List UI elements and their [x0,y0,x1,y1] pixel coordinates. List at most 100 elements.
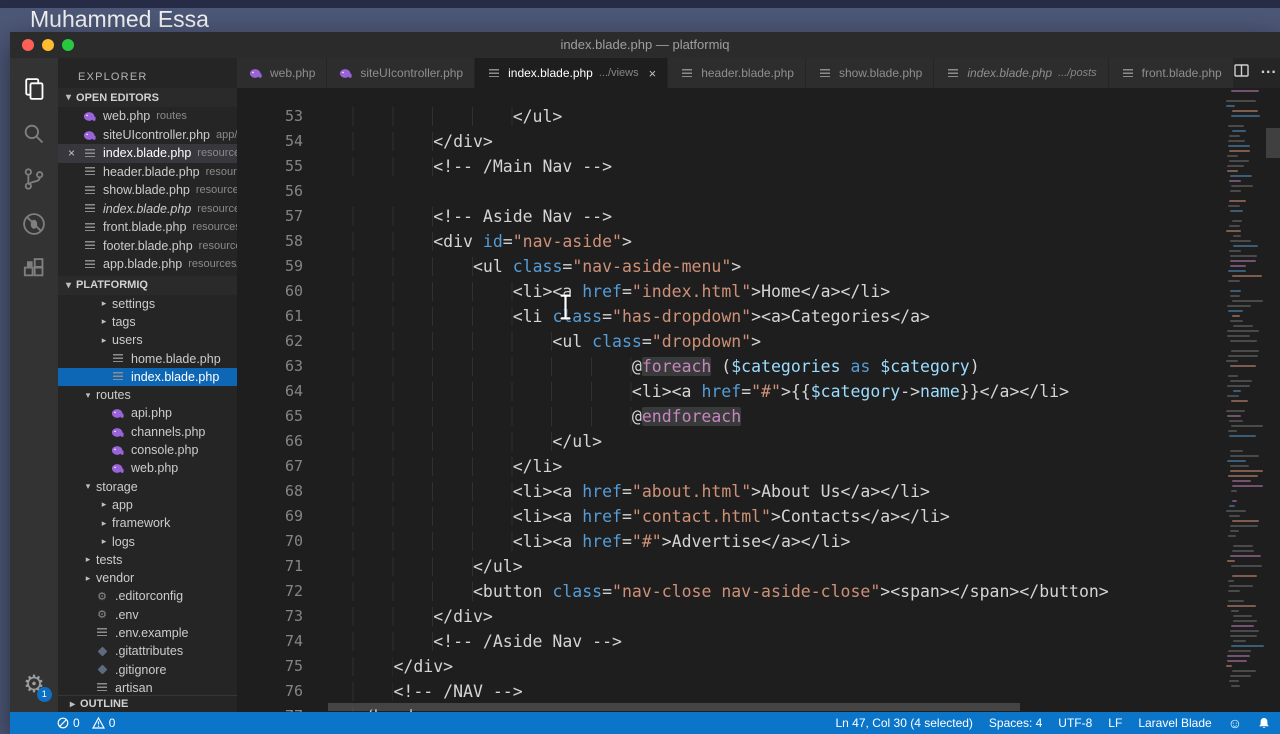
open-editor-item[interactable]: footer.blade.php resource... [58,237,237,256]
token: class [512,257,563,276]
status-item-1[interactable]: Spaces: 4 [989,716,1042,730]
open-editor-item[interactable]: siteUIcontroller.php app/... [58,126,237,145]
status-item-2[interactable]: UTF-8 [1058,716,1092,730]
tree-item--gitignore[interactable]: .gitignore [58,660,237,678]
tab-header-blade-php[interactable]: header.blade.php [668,58,806,88]
tree-item-app[interactable]: ▸ app [58,496,237,514]
tree-item-framework[interactable]: ▸ framework [58,514,237,532]
tab-siteUIcontroller-php[interactable]: siteUIcontroller.php [327,58,476,88]
activity-debug-icon[interactable] [10,201,58,246]
open-editor-filename: front.blade.php [103,220,187,235]
status-item-0[interactable]: Ln 47, Col 30 (4 selected) [836,716,973,730]
close-window-button[interactable] [22,39,34,51]
tree-item-tags[interactable]: ▸ tags [58,313,237,331]
blade-file-icon [110,372,126,382]
minimap-line [1228,125,1244,127]
settings-gear-icon[interactable]: ⚙ 1 [23,672,52,702]
tree-item-label: .editorconfig [115,589,184,604]
section-caret-icon: ▾ [66,92,72,103]
token: = [621,532,632,551]
line-number: 68 [284,482,303,500]
open-editor-item[interactable]: show.blade.php resource... [58,181,237,200]
minimap-line [1232,615,1253,617]
minimap-line [1231,90,1259,92]
minimap-line [1227,580,1234,582]
close-editor-icon[interactable]: × [68,146,82,160]
open-editor-filename: header.blade.php [103,164,200,179]
tab-front-blade-php[interactable]: front.blade.php [1108,58,1234,88]
maximize-window-button[interactable] [62,39,74,51]
open-editor-item[interactable]: app.blade.php resources/... [58,255,237,274]
minimap-line [1229,290,1242,292]
tree-item-users[interactable]: ▸ users [58,331,237,349]
tab-web-php[interactable]: web.php [237,58,328,88]
tab-index-blade-php[interactable]: index.blade.php .../posts [934,58,1109,88]
activity-search-icon[interactable] [10,111,58,156]
indent-guides [314,357,632,376]
tree-item--gitattributes[interactable]: .gitattributes [58,642,237,660]
open-editor-item[interactable]: web.php routes [58,107,237,126]
activity-extensions-icon[interactable] [10,246,58,291]
feedback-smiley-icon[interactable]: ☺ [1228,715,1242,731]
title-bar[interactable]: index.blade.php — platformiq [10,32,1280,58]
open-editor-item[interactable]: front.blade.php resources... [58,218,237,237]
outline-section-header[interactable]: ▸ OUTLINE [58,695,237,712]
status-item-3[interactable]: LF [1108,716,1122,730]
more-actions-icon[interactable]: ··· [1261,64,1277,82]
vertical-scrollbar[interactable] [1266,128,1280,158]
tree-item-settings[interactable]: ▸ settings [58,295,237,313]
open-editor-item[interactable]: index.blade.php resource... [58,200,237,219]
open-editors-header[interactable]: ▾ OPEN EDITORS [58,88,237,107]
token: <button [472,582,553,601]
token: > [731,257,742,276]
open-editor-item[interactable]: header.blade.php resourc... [58,163,237,182]
tree-item-index-blade-php[interactable]: index.blade.php [58,367,237,386]
tab-index-blade-php[interactable]: index.blade.php .../views × [475,58,669,88]
project-header[interactable]: ▾ PLATFORMIQ [58,275,237,295]
tree-item--editorconfig[interactable]: ⚙ .editorconfig [58,587,237,605]
token: ><span></span></button> [880,582,1109,601]
tree-item-tests[interactable]: ▸ tests [58,551,237,569]
tree-item-api-php[interactable]: api.php [58,404,237,422]
horizontal-scrollbar[interactable] [328,703,1020,711]
minimap-line [1230,645,1264,647]
code-area[interactable]: 53 </ul> 54 </div> 55 <!-- /Main Nav --> 56… [237,104,1222,712]
close-tab-icon[interactable]: × [649,66,657,81]
open-editor-path: resource... [197,202,237,215]
tree-item-storage[interactable]: ▾ storage [58,477,237,495]
tree-item-logs[interactable]: ▸ logs [58,532,237,550]
caret-collapsed-icon: ▸ [101,536,107,546]
text-cursor-pointer [560,294,571,320]
minimap-line [1228,280,1241,282]
tab-show-blade-php[interactable]: show.blade.php [805,58,935,88]
tree-item-web-php[interactable]: web.php [58,459,237,477]
open-editor-filename: app.blade.php [103,257,183,272]
tree-item-console-php[interactable]: console.php [58,441,237,459]
activity-explorer-icon[interactable] [10,66,58,111]
minimap-line [1229,680,1239,682]
tree-item--env-example[interactable]: .env.example [58,624,237,642]
minimap-line [1232,235,1241,237]
minimize-window-button[interactable] [42,39,54,51]
tree-item-vendor[interactable]: ▸ vendor [58,569,237,587]
split-editor-icon[interactable] [1234,64,1249,82]
minimap-line [1232,620,1257,622]
minimap[interactable] [1222,60,1266,700]
open-editor-filename: show.blade.php [103,183,190,198]
notifications-bell-icon[interactable] [1258,717,1270,730]
tree-item-label: routes [96,388,131,403]
tree-item-channels-php[interactable]: channels.php [58,423,237,441]
tree-item-home-blade-php[interactable]: home.blade.php [58,349,237,367]
status-item-4[interactable]: Laravel Blade [1138,716,1211,730]
activity-source-control-icon[interactable] [10,156,58,201]
token: <li [512,307,553,326]
status-errors[interactable]: 0 [57,716,80,730]
tree-item-routes[interactable]: ▾ routes [58,386,237,404]
tree-item--env[interactable]: ⚙ .env [58,606,237,624]
minimap-line [1230,565,1262,567]
open-editor-item[interactable]: × index.blade.php resource... [58,144,237,163]
minimap-line [1228,445,1236,447]
status-warnings[interactable]: 0 [91,716,115,730]
indent-guides [314,332,553,351]
line-number: 70 [284,532,303,550]
